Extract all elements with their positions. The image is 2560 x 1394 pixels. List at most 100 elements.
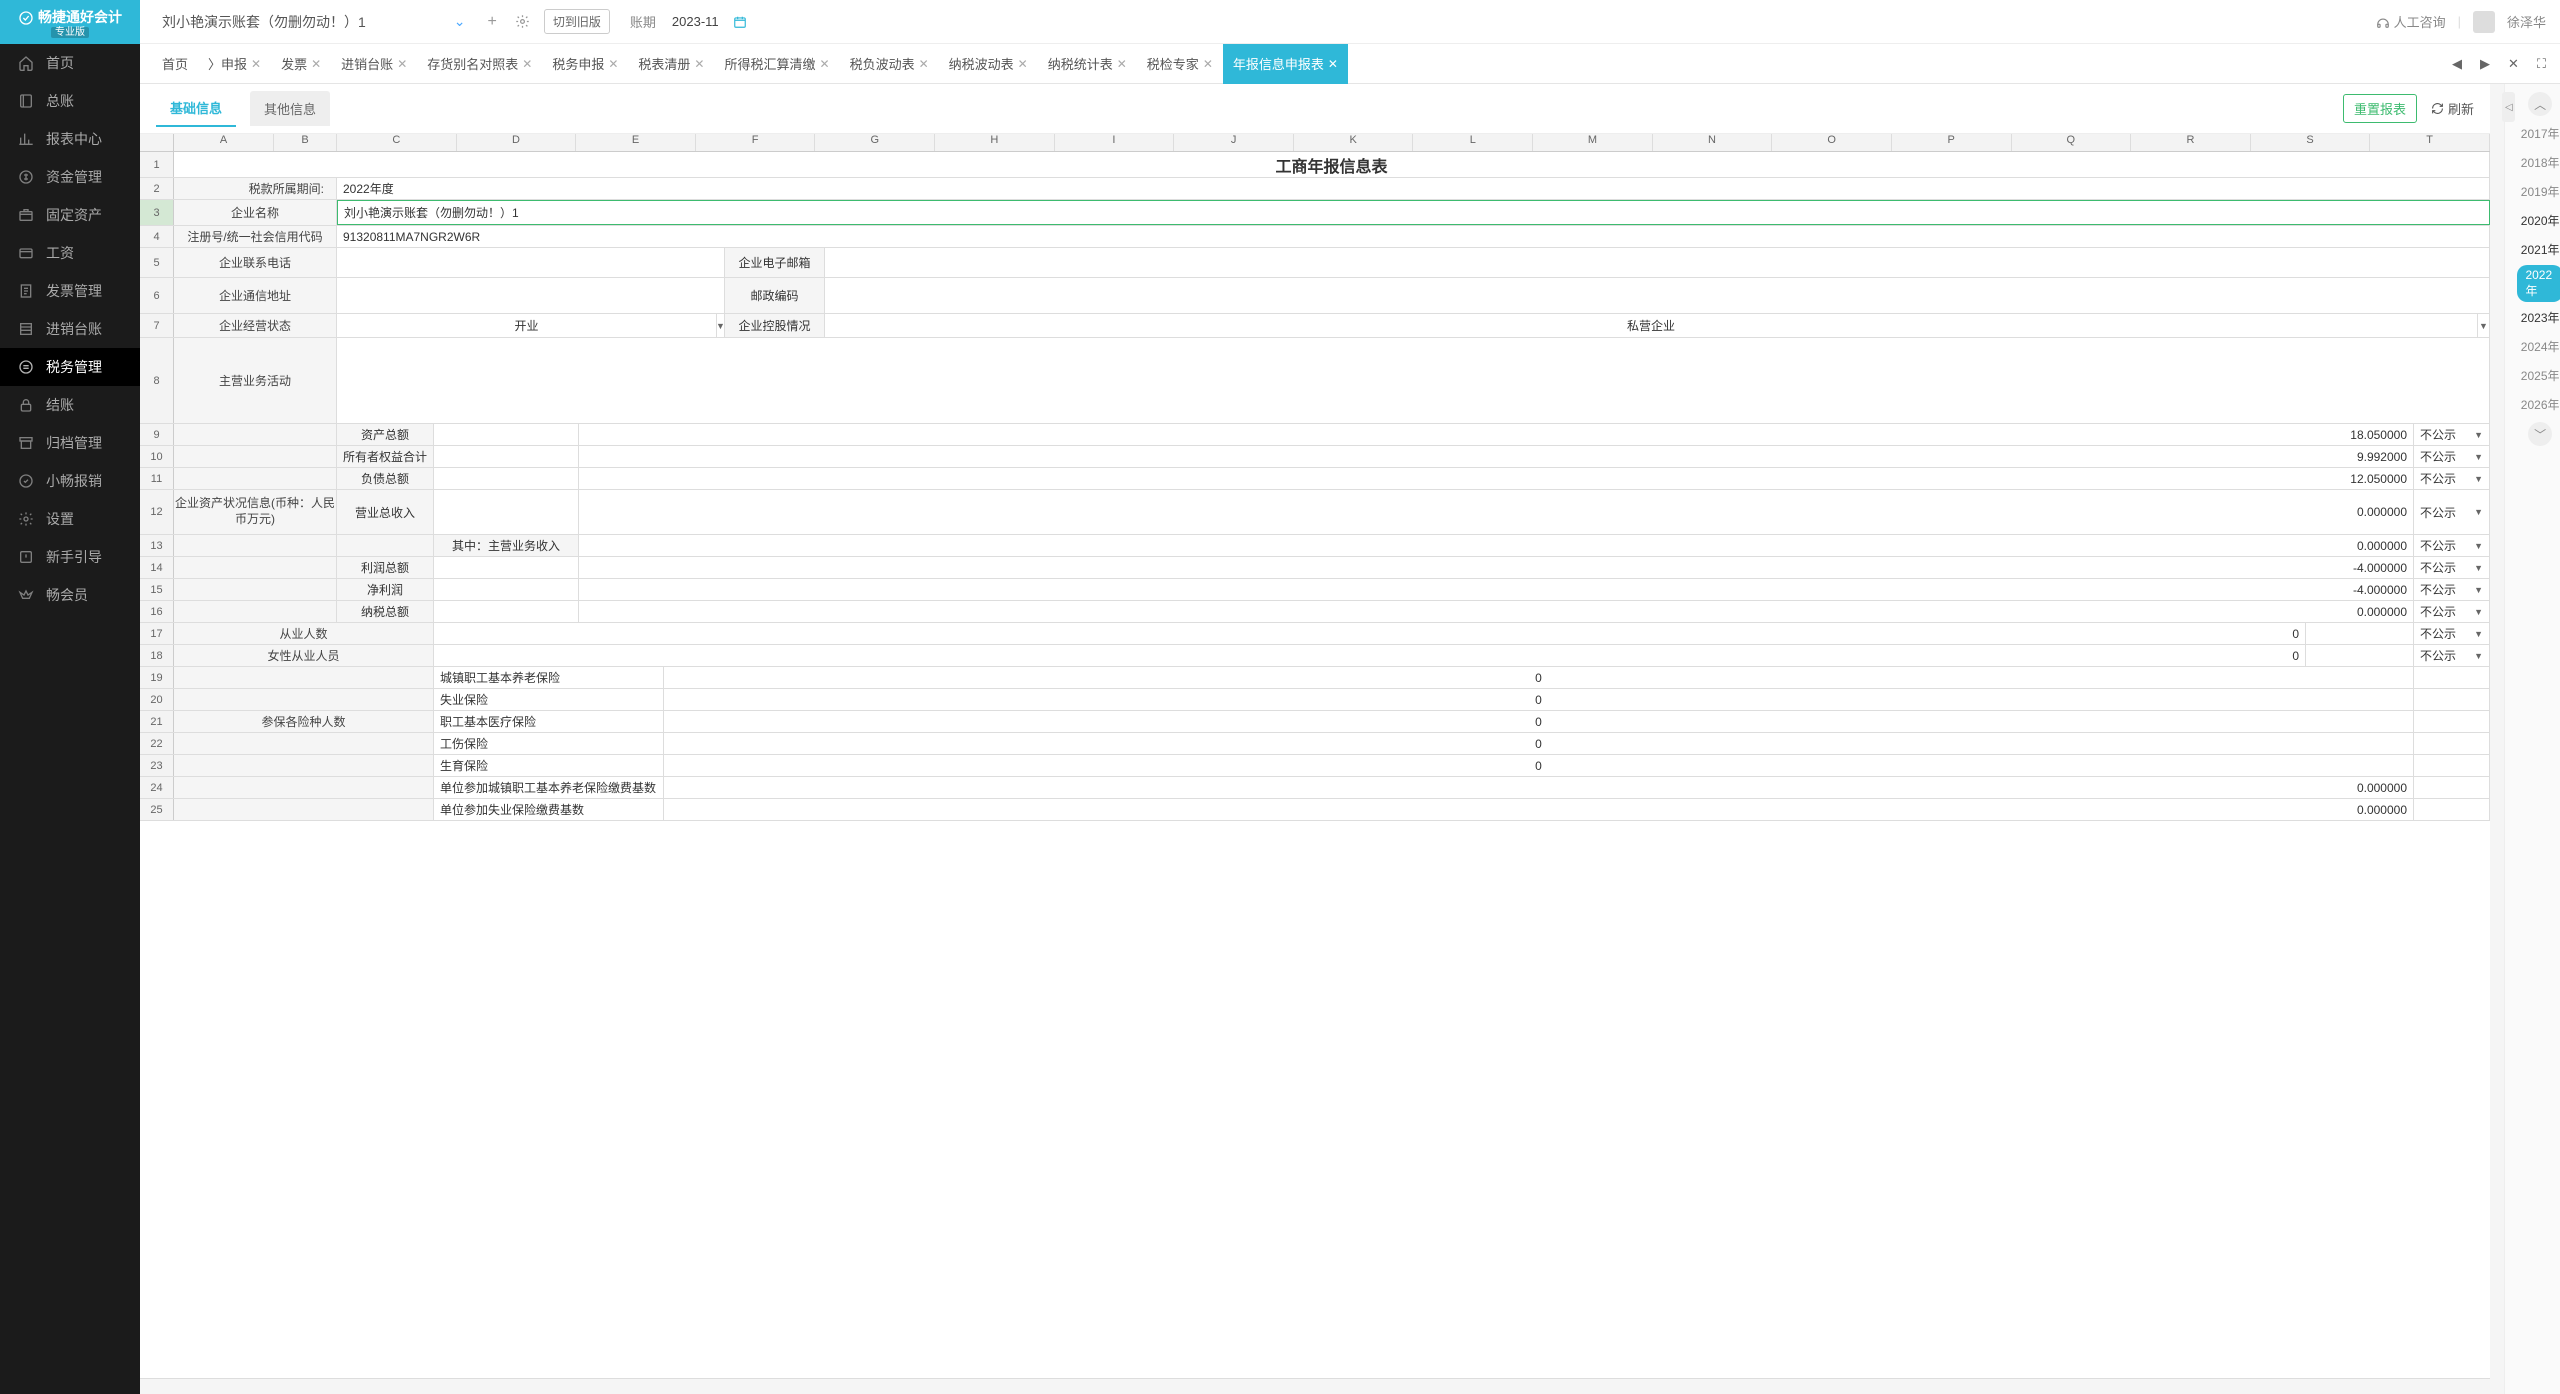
close-icon[interactable]: ✕	[251, 57, 261, 71]
col-header[interactable]: P	[1892, 134, 2012, 151]
subtab-basic[interactable]: 基础信息	[156, 90, 236, 127]
year-scroll-down-icon[interactable]: ﹀	[2528, 422, 2552, 446]
cell-value[interactable]: 2022年度	[337, 178, 2490, 199]
col-header[interactable]: B	[274, 134, 337, 151]
col-header[interactable]: G	[815, 134, 935, 151]
col-header[interactable]: C	[337, 134, 457, 151]
col-header[interactable]: H	[935, 134, 1055, 151]
year-option[interactable]: 2017年	[2521, 120, 2560, 147]
refresh-button[interactable]: 刷新	[2431, 99, 2474, 118]
tab[interactable]: 税表清册✕	[628, 44, 714, 84]
nav-money[interactable]: 资金管理	[0, 158, 140, 196]
col-header[interactable]: N	[1653, 134, 1773, 151]
year-option[interactable]: 2021年	[2521, 236, 2560, 263]
tab[interactable]: 纳税统计表✕	[1038, 44, 1137, 84]
nav-wallet[interactable]: 工资	[0, 234, 140, 272]
col-header[interactable]: L	[1413, 134, 1533, 151]
nav-ledger[interactable]: 进销台账	[0, 310, 140, 348]
col-header[interactable]: E	[576, 134, 696, 151]
close-icon[interactable]: ✕	[522, 57, 532, 71]
close-icon[interactable]: ✕	[820, 57, 830, 71]
support-link[interactable]: 人工咨询	[2376, 12, 2446, 31]
col-header[interactable]: Q	[2012, 134, 2132, 151]
col-header[interactable]: T	[2370, 134, 2490, 151]
tab[interactable]: 进销台账✕	[331, 44, 417, 84]
tabs-prev-icon[interactable]: ◀	[2446, 52, 2468, 76]
nav-tax[interactable]: 税务管理	[0, 348, 140, 386]
col-header[interactable]: O	[1772, 134, 1892, 151]
collapse-year-panel-icon[interactable]: ◁	[2502, 92, 2515, 122]
gear-icon[interactable]	[511, 14, 534, 29]
add-icon[interactable]: +	[484, 13, 501, 31]
nav-reimburse[interactable]: 小畅报销	[0, 462, 140, 500]
col-header[interactable]: A	[174, 134, 274, 151]
nav-book[interactable]: 总账	[0, 82, 140, 120]
col-header[interactable]: K	[1294, 134, 1414, 151]
horizontal-scrollbar[interactable]	[140, 1378, 2490, 1394]
selected-cell[interactable]: 刘小艳演示账套（勿删勿动！）1	[337, 200, 2490, 225]
nav-guide[interactable]: 新手引导	[0, 538, 140, 576]
nav-invoice[interactable]: 发票管理	[0, 272, 140, 310]
sheet-title: 工商年报信息表	[174, 152, 2490, 177]
col-header[interactable]: M	[1533, 134, 1653, 151]
close-icon[interactable]: ✕	[397, 57, 407, 71]
nav-home[interactable]: 首页	[0, 44, 140, 82]
close-icon[interactable]: ✕	[608, 57, 618, 71]
spreadsheet[interactable]: A B CDEFGHIJKLMNOPQRST 1 工商年报信息表 2	[140, 134, 2490, 1378]
close-icon[interactable]: ✕	[1117, 57, 1127, 71]
year-option[interactable]: 2019年	[2521, 178, 2560, 205]
nav-gear[interactable]: 设置	[0, 500, 140, 538]
col-header[interactable]: J	[1174, 134, 1294, 151]
year-scroll-up-icon[interactable]: ︿	[2528, 92, 2552, 116]
nav-lock[interactable]: 结账	[0, 386, 140, 424]
tab[interactable]: 年报信息申报表✕	[1223, 44, 1348, 84]
account-selector[interactable]: 刘小艳演示账套（勿删勿动！）1 ⌄	[154, 8, 474, 36]
tabs-close-all-icon[interactable]: ✕	[2502, 52, 2525, 76]
tab[interactable]: 税务申报✕	[542, 44, 628, 84]
avatar[interactable]	[2473, 11, 2495, 33]
col-header[interactable]: S	[2251, 134, 2371, 151]
tab[interactable]: 〉申报✕	[198, 44, 271, 84]
close-icon[interactable]: ✕	[1018, 57, 1028, 71]
nav-box[interactable]: 固定资产	[0, 196, 140, 234]
tab[interactable]: 发票✕	[271, 44, 331, 84]
year-option[interactable]: 2018年	[2521, 149, 2560, 176]
tab[interactable]: 首页	[152, 44, 198, 84]
col-header[interactable]: D	[457, 134, 577, 151]
period-value[interactable]: 2023-11	[672, 14, 719, 29]
nav-vip[interactable]: 畅会员	[0, 576, 140, 614]
year-option[interactable]: 2026年	[2521, 391, 2560, 418]
old-version-button[interactable]: 切到旧版	[544, 9, 610, 34]
tab[interactable]: 存货别名对照表✕	[417, 44, 542, 84]
close-icon[interactable]: ✕	[694, 57, 704, 71]
close-icon[interactable]: ✕	[919, 57, 929, 71]
year-option[interactable]: 2024年	[2521, 333, 2560, 360]
reset-report-button[interactable]: 重置报表	[2343, 94, 2417, 123]
archive-icon	[18, 435, 34, 451]
tab[interactable]: 税负波动表✕	[840, 44, 939, 84]
tabs-next-icon[interactable]: ▶	[2474, 52, 2496, 76]
year-option[interactable]: 2022年	[2517, 265, 2560, 302]
year-option[interactable]: 2020年	[2521, 207, 2560, 234]
nav-archive[interactable]: 归档管理	[0, 424, 140, 462]
col-header[interactable]: R	[2131, 134, 2251, 151]
year-option[interactable]: 2025年	[2521, 362, 2560, 389]
tabs-fullscreen-icon[interactable]: ⛶	[2531, 52, 2552, 76]
nav-chart[interactable]: 报表中心	[0, 120, 140, 158]
cell-label: 税款所属期间:	[174, 178, 337, 199]
year-option[interactable]: 2023年	[2521, 304, 2560, 331]
tab[interactable]: 税检专家✕	[1137, 44, 1223, 84]
close-icon[interactable]: ✕	[311, 57, 321, 71]
col-header[interactable]: I	[1055, 134, 1175, 151]
subtab-other[interactable]: 其他信息	[250, 91, 330, 126]
close-icon[interactable]: ✕	[1328, 57, 1338, 71]
calendar-icon[interactable]	[729, 15, 751, 29]
chevron-down-icon: ⌄	[454, 13, 466, 30]
col-header[interactable]: F	[696, 134, 816, 151]
row-header[interactable]: 1	[140, 152, 174, 177]
wallet-icon	[18, 245, 34, 261]
close-icon[interactable]: ✕	[1203, 57, 1213, 71]
tab[interactable]: 所得税汇算清缴✕	[714, 44, 839, 84]
user-name[interactable]: 徐泽华	[2507, 12, 2546, 31]
tab[interactable]: 纳税波动表✕	[939, 44, 1038, 84]
